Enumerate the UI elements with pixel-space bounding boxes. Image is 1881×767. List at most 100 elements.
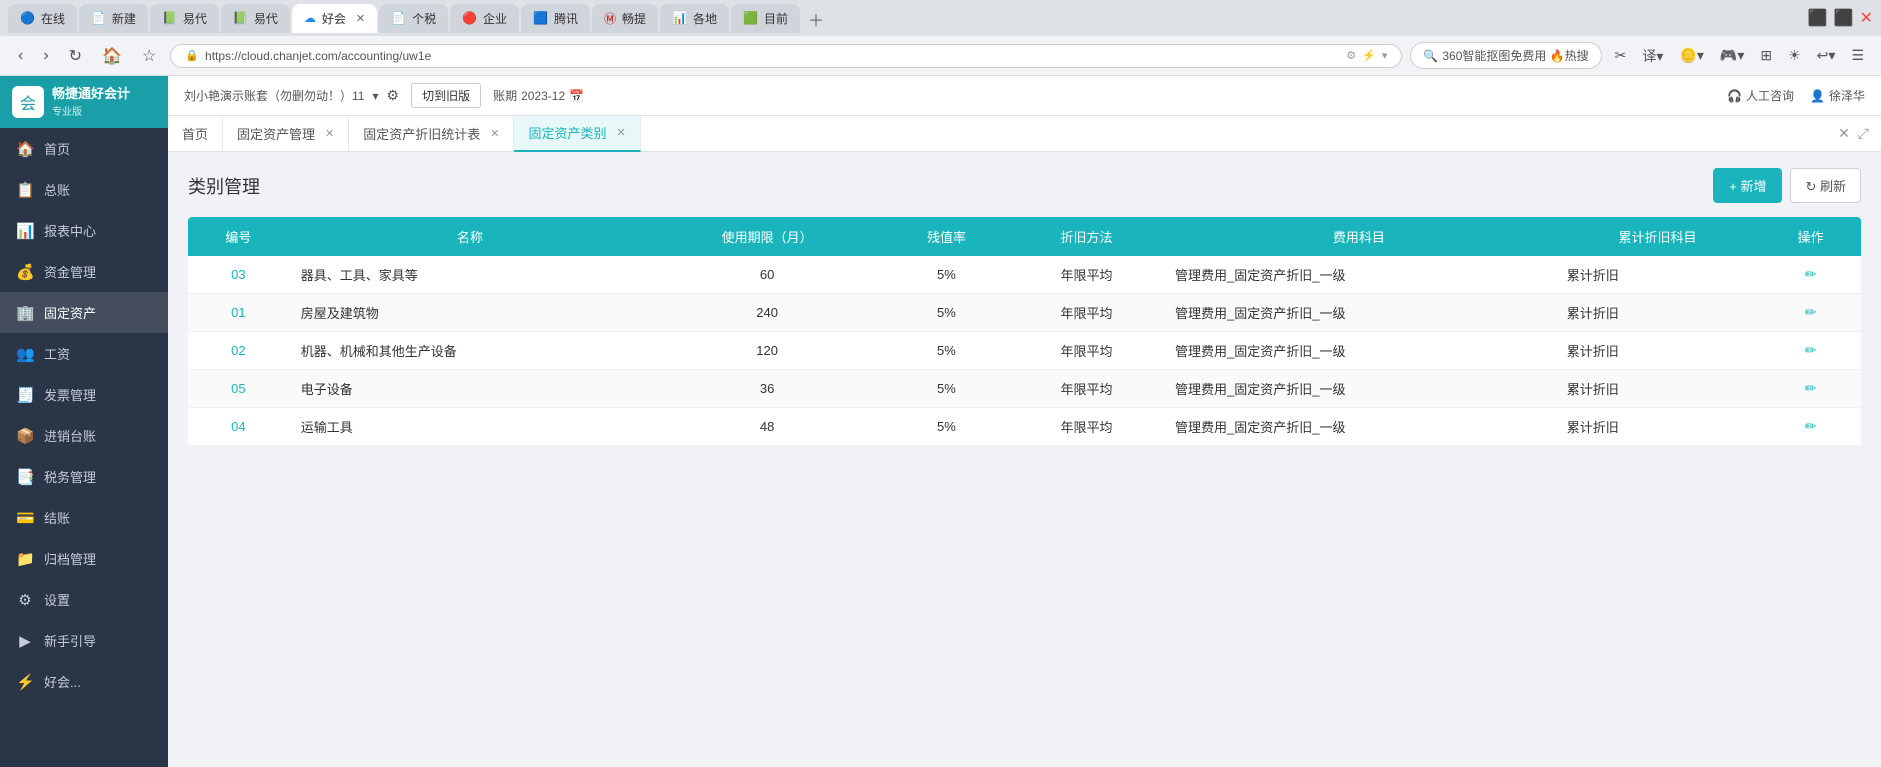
- switch-version-button[interactable]: 切到旧版: [411, 83, 481, 108]
- col-header-action: 操作: [1760, 217, 1861, 256]
- game-icon-btn[interactable]: 🎮▾: [1715, 44, 1749, 67]
- settings-gear-icon[interactable]: ⚙: [387, 87, 400, 104]
- coin-icon-btn[interactable]: 🪙▾: [1674, 44, 1708, 67]
- sidebar-item-tax[interactable]: 📑 税务管理: [0, 456, 168, 497]
- browser-tab-t2[interactable]: 📄 新建: [79, 4, 148, 33]
- browser-tab-t8[interactable]: 🟦 腾讯: [521, 4, 590, 33]
- topbar-right: 🎧 人工咨询 👤 徐泽华: [1727, 87, 1865, 104]
- table-row: 01 房屋及建筑物 240 5% 年限平均 管理费用_固定资产折旧_一级 累计折…: [188, 294, 1861, 332]
- depreciation-label: 固定资产折旧统计表: [363, 124, 480, 143]
- browser-tab-t10[interactable]: 📊 各地: [660, 4, 729, 33]
- sidebar-item-home[interactable]: 🏠 首页: [0, 128, 168, 169]
- guide-icon: ▶: [16, 632, 34, 650]
- browser-tabs: 🔵 在线 📄 新建 📗 易代 📗 易代 ☁ 好会 ✕ 📄 个税 🔴 企业: [8, 4, 1804, 33]
- search-text: 360智能抠图免费用 🔥热搜: [1442, 47, 1588, 64]
- browser-tab-t6[interactable]: 📄 个税: [379, 4, 448, 33]
- undo-icon-btn[interactable]: ↩▾: [1812, 44, 1841, 67]
- browser-tab-t4[interactable]: 📗 易代: [221, 4, 290, 33]
- sidebar-item-inventory[interactable]: 📦 进销台账: [0, 415, 168, 456]
- edit-button[interactable]: ✏: [1805, 304, 1817, 321]
- breadcrumb-tab-fixed-asset-mgmt[interactable]: 固定资产管理 ✕: [223, 116, 349, 152]
- browser-tab-t3[interactable]: 📗 易代: [150, 4, 219, 33]
- row-name: 电子设备: [289, 370, 652, 408]
- breadcrumb-tab-category[interactable]: 固定资产类别 ✕: [514, 116, 640, 152]
- row-expense-account: 管理费用_固定资产折旧_一级: [1163, 370, 1555, 408]
- sidebar-item-reports[interactable]: 📊 报表中心: [0, 210, 168, 251]
- sidebar-item-fixed-assets[interactable]: 🏢 固定资产: [0, 292, 168, 333]
- edit-button[interactable]: ✏: [1805, 418, 1817, 435]
- sidebar-item-archive[interactable]: 📁 归档管理: [0, 538, 168, 579]
- brightness-icon-btn[interactable]: ☀: [1783, 44, 1806, 67]
- col-header-expense: 费用科目: [1163, 217, 1555, 256]
- breadcrumb-close-category[interactable]: ✕: [617, 126, 626, 139]
- win-restore-btn[interactable]: ⤢: [1858, 125, 1869, 142]
- minimize-icon[interactable]: ⬛: [1808, 8, 1828, 28]
- sidebar-logo-icon: 会: [12, 86, 44, 118]
- user-name: 徐泽华: [1829, 87, 1865, 104]
- row-id[interactable]: 01: [188, 294, 289, 332]
- calendar-icon[interactable]: 📅: [569, 89, 584, 103]
- row-id[interactable]: 02: [188, 332, 289, 370]
- archive-icon: 📁: [16, 550, 34, 568]
- page-title: 类别管理: [188, 173, 260, 199]
- page-header: 类别管理 + 新增 ↻ 刷新: [188, 168, 1861, 203]
- browser-tab-t7[interactable]: 🔴 企业: [450, 4, 519, 33]
- breadcrumb-tab-depreciation[interactable]: 固定资产折旧统计表 ✕: [349, 116, 514, 152]
- new-tab-button[interactable]: ＋: [802, 5, 830, 33]
- sidebar-item-more[interactable]: ⚡ 好会...: [0, 661, 168, 702]
- back-button[interactable]: ‹: [12, 43, 29, 69]
- row-name: 运输工具: [289, 408, 652, 446]
- tab-close-t5[interactable]: ✕: [356, 12, 365, 25]
- translate-icon-btn[interactable]: 译▾: [1637, 43, 1668, 69]
- row-id[interactable]: 05: [188, 370, 289, 408]
- row-method: 年限平均: [1010, 408, 1163, 446]
- grid-icon-btn[interactable]: ⊞: [1755, 44, 1777, 67]
- edit-button[interactable]: ✏: [1805, 266, 1817, 283]
- breadcrumb-close-fixed-asset-mgmt[interactable]: ✕: [325, 127, 334, 140]
- sidebar-item-general-ledger[interactable]: 📋 总账: [0, 169, 168, 210]
- browser-tab-t5[interactable]: ☁ 好会 ✕: [292, 4, 377, 33]
- row-name: 器具、工具、家具等: [289, 256, 652, 294]
- sidebar: 会 畅捷通好会计 专业版 🏠 首页 📋 总账 📊 报表中心 💰 资金管理: [0, 76, 168, 767]
- menu-icon-btn[interactable]: ☰: [1846, 44, 1869, 67]
- reload-button[interactable]: ↻: [63, 42, 88, 70]
- sidebar-item-payroll[interactable]: 👥 工资: [0, 333, 168, 374]
- sidebar-item-label-general-ledger: 总账: [44, 180, 70, 199]
- bookmark-button[interactable]: ☆: [136, 42, 162, 70]
- cut-icon-btn[interactable]: ✂: [1610, 44, 1632, 67]
- sidebar-item-guide[interactable]: ▶ 新手引导: [0, 620, 168, 661]
- row-method: 年限平均: [1010, 256, 1163, 294]
- headset-icon: 🎧: [1727, 89, 1742, 103]
- breadcrumb-close-depreciation[interactable]: ✕: [490, 127, 499, 140]
- user-avatar[interactable]: 👤 徐泽华: [1810, 87, 1865, 104]
- refresh-button[interactable]: ↻ 刷新: [1790, 168, 1861, 203]
- period-info: 账期 2023-12 📅: [493, 87, 584, 104]
- sidebar-item-settlement[interactable]: 💳 结账: [0, 497, 168, 538]
- consult-button[interactable]: 🎧 人工咨询: [1727, 87, 1794, 104]
- fixed-assets-icon: 🏢: [16, 304, 34, 322]
- forward-button[interactable]: ›: [37, 43, 54, 69]
- sidebar-logo-text: 畅捷通好会计: [52, 86, 130, 103]
- sidebar-item-settings[interactable]: ⚙ 设置: [0, 579, 168, 620]
- maximize-icon[interactable]: ⬛: [1834, 8, 1854, 28]
- search-bar[interactable]: 🔍 360智能抠图免费用 🔥热搜: [1410, 42, 1601, 69]
- add-button[interactable]: + 新增: [1713, 168, 1782, 203]
- sidebar-item-invoice[interactable]: 🧾 发票管理: [0, 374, 168, 415]
- row-id[interactable]: 03: [188, 256, 289, 294]
- edit-button[interactable]: ✏: [1805, 380, 1817, 397]
- sidebar-item-label-home: 首页: [44, 139, 70, 158]
- close-icon[interactable]: ✕: [1860, 8, 1873, 28]
- home-button[interactable]: 🏠: [96, 42, 128, 70]
- browser-tab-t1[interactable]: 🔵 在线: [8, 4, 77, 33]
- breadcrumb-tab-home[interactable]: 首页: [168, 116, 223, 152]
- sidebar-item-fund[interactable]: 💰 资金管理: [0, 251, 168, 292]
- sidebar-item-label-settings: 设置: [44, 590, 70, 609]
- address-bar[interactable]: 🔒 https://cloud.chanjet.com/accounting/u…: [170, 44, 1402, 68]
- breadcrumb-bar: 首页 固定资产管理 ✕ 固定资产折旧统计表 ✕ 固定资产类别 ✕ ✕ ⤢: [168, 116, 1881, 152]
- edit-button[interactable]: ✏: [1805, 342, 1817, 359]
- row-id[interactable]: 04: [188, 408, 289, 446]
- browser-tab-t9[interactable]: Ⓜ 畅提: [592, 4, 658, 33]
- dropdown-icon[interactable]: ▾: [372, 89, 378, 103]
- browser-tab-t11[interactable]: 🟩 目前: [731, 4, 800, 33]
- win-close-btn[interactable]: ✕: [1838, 125, 1850, 142]
